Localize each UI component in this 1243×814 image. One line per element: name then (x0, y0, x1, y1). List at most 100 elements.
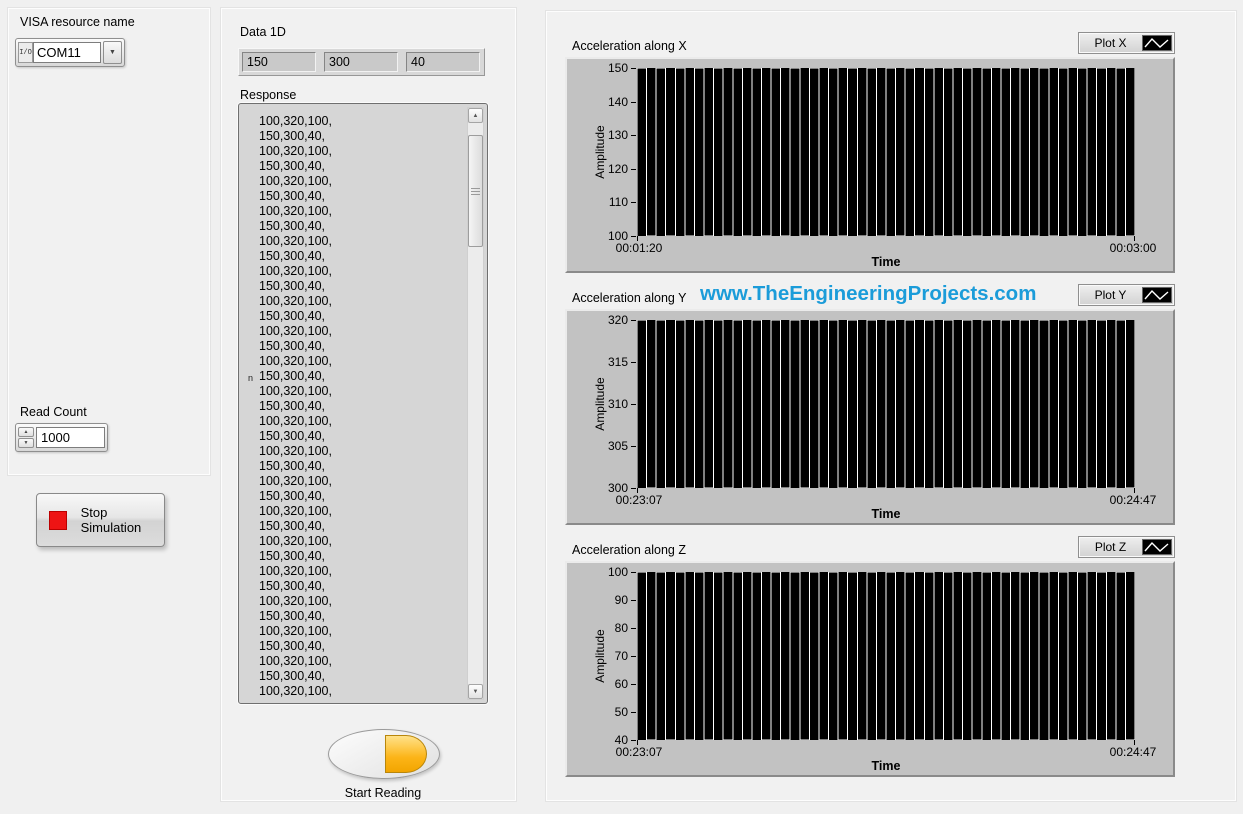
rocker-switch-icon (385, 735, 427, 773)
x-start-label: 00:23:07 (616, 745, 663, 759)
y-tick-mark (631, 656, 636, 657)
y-tick-label: 315 (608, 355, 628, 369)
x-end-label: 00:24:47 (1110, 493, 1157, 507)
data1d-cell: 40 (406, 52, 480, 72)
y-tick-mark (631, 362, 636, 363)
response-line: 150,300,40, (243, 339, 461, 354)
response-line: 100,320,100, (243, 474, 461, 489)
response-line: 150,300,40, (243, 219, 461, 234)
response-line: 150,300,40, (243, 159, 461, 174)
y-tick-label: 130 (608, 128, 628, 142)
y-tick-mark (631, 135, 636, 136)
y-tick-label: 110 (609, 195, 628, 209)
legend-label: Plot Z (1079, 540, 1142, 554)
watermark-text: www.TheEngineeringProjects.com (700, 282, 1036, 306)
chart-frame: 100908070605040 Amplitude 00:23:07 00:24… (565, 561, 1175, 777)
y-tick-label: 305 (608, 439, 628, 453)
response-line: 150,300,40, (243, 609, 461, 624)
response-line: 100,320,100, (243, 624, 461, 639)
decrement-button[interactable]: ▼ (18, 438, 34, 448)
read-count-label: Read Count (20, 405, 87, 419)
scroll-down-icon: ▼ (473, 689, 479, 695)
visa-resource-combo[interactable]: I/O COM11 ▼ (15, 38, 125, 67)
y-tick-mark (631, 236, 636, 237)
plot-legend[interactable]: Plot Y (1078, 284, 1175, 306)
response-line: 100,320,100, (243, 594, 461, 609)
waveform-plot (637, 572, 1135, 740)
response-line: 150,300,40,n (243, 369, 461, 384)
y-axis-label: Amplitude (593, 377, 607, 430)
x-start-label: 00:01:20 (616, 241, 663, 255)
read-count-field[interactable]: 1000 (36, 427, 105, 448)
read-count-control[interactable]: ▲ ▼ 1000 (15, 423, 108, 452)
visa-resource-label: VISA resource name (20, 15, 135, 29)
y-tick-label: 310 (608, 397, 628, 411)
response-line: 100,320,100, (243, 114, 461, 129)
response-line: 100,320,100, (243, 414, 461, 429)
y-tick-label: 60 (615, 677, 628, 691)
plot-legend[interactable]: Plot Z (1078, 536, 1175, 558)
response-line: 150,300,40, (243, 579, 461, 594)
response-line: 150,300,40, (243, 309, 461, 324)
plot-legend[interactable]: Plot X (1078, 32, 1175, 54)
response-line: 100,320,100, (243, 684, 461, 699)
waveform-plot (637, 68, 1135, 236)
data1d-cell: 150 (242, 52, 316, 72)
scrollbar-thumb[interactable] (468, 135, 483, 247)
scrollbar-grip-icon (471, 188, 480, 195)
response-label: Response (240, 88, 296, 102)
chevron-down-icon: ▼ (109, 49, 116, 56)
y-tick-label: 70 (615, 649, 628, 663)
visa-resource-value[interactable]: COM11 (33, 42, 101, 63)
chart-group: Acceleration along Z Plot Z 100908070605… (565, 534, 1177, 779)
y-tick-mark (631, 169, 636, 170)
increment-button[interactable]: ▲ (18, 427, 34, 437)
stop-button-label: Stop Simulation (81, 505, 164, 535)
x-axis-label: Time (872, 507, 901, 521)
stop-simulation-button[interactable]: Stop Simulation (36, 493, 165, 547)
chart-group: Acceleration along X Plot X 150140130120… (565, 30, 1177, 275)
scrollbar-down-button[interactable]: ▼ (468, 684, 483, 699)
y-tick-mark (631, 628, 636, 629)
start-reading-button[interactable] (328, 729, 440, 779)
y-tick-label: 150 (608, 61, 628, 75)
arrow-up-icon: ▲ (24, 429, 29, 435)
chart-group: Acceleration along Y Plot Y 320315310305… (565, 282, 1177, 527)
y-tick-mark (631, 740, 636, 741)
response-line: 150,300,40, (243, 429, 461, 444)
visa-dropdown-button[interactable]: ▼ (103, 41, 122, 64)
response-line: 100,320,100, (243, 504, 461, 519)
response-scrollbar[interactable]: ▲ ▼ (467, 107, 484, 700)
chart-title: Acceleration along Y (572, 291, 686, 305)
response-line: 100,320,100, (243, 444, 461, 459)
waveform-icon (1142, 35, 1172, 51)
y-tick-label: 80 (615, 621, 628, 635)
chart-frame: 150140130120110100 Amplitude 00:01:20 00… (565, 57, 1175, 273)
x-start-label: 00:23:07 (616, 493, 663, 507)
chart-frame: 320315310305300 Amplitude 00:23:07 00:24… (565, 309, 1175, 525)
response-line: 150,300,40, (243, 399, 461, 414)
y-tick-mark (631, 446, 636, 447)
response-line: 100,320,100, (243, 354, 461, 369)
scrollbar-up-button[interactable]: ▲ (468, 108, 483, 123)
x-end-label: 00:03:00 (1110, 241, 1157, 255)
waveform-plot (637, 320, 1135, 488)
response-line: 150,300,40, (243, 489, 461, 504)
response-line: 100,320,100, (243, 564, 461, 579)
y-tick-label: 140 (608, 95, 628, 109)
y-axis-label: Amplitude (593, 125, 607, 178)
response-line: 100,320,100, (243, 264, 461, 279)
data1d-array: 150 300 40 (238, 48, 485, 76)
legend-label: Plot X (1079, 36, 1142, 50)
y-tick-label: 100 (608, 565, 628, 579)
y-tick-mark (631, 404, 636, 405)
response-string-indicator[interactable]: 100,320,100,150,300,40,100,320,100,150,3… (238, 103, 488, 704)
data1d-cell: 300 (324, 52, 398, 72)
response-line: 100,320,100, (243, 654, 461, 669)
x-axis-label: Time (872, 759, 901, 773)
y-tick-mark (631, 600, 636, 601)
labview-front-panel: VISA resource name I/O COM11 ▼ Read Coun… (0, 0, 1243, 814)
response-line: 150,300,40, (243, 459, 461, 474)
response-line: 150,300,40, (243, 519, 461, 534)
y-tick-mark (631, 68, 636, 69)
